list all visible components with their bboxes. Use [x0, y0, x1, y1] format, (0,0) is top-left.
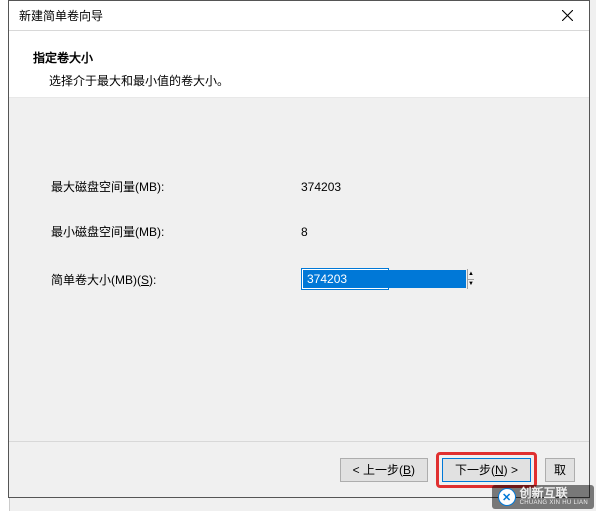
volume-size-label: 简单卷大小(MB)(S): — [51, 271, 301, 288]
max-disk-label: 最大磁盘空间量(MB): — [51, 178, 301, 195]
min-disk-row: 最小磁盘空间量(MB): 8 — [51, 223, 547, 240]
header-title: 指定卷大小 — [33, 49, 565, 66]
volume-size-row: 简单卷大小(MB)(S): ▲ ▼ — [51, 268, 547, 290]
watermark: ✕ 创新互联 CHUANG XIN HU LIAN — [492, 485, 594, 509]
watermark-line2: CHUANG XIN HU LIAN — [520, 500, 588, 507]
spinner-up-button[interactable]: ▲ — [468, 269, 474, 280]
back-suffix: ) — [411, 463, 415, 477]
volume-size-input[interactable] — [303, 270, 466, 288]
back-prefix: < 上一步( — [353, 461, 403, 478]
next-suffix: ) > — [504, 463, 518, 477]
next-hotkey: N — [495, 463, 504, 477]
watermark-line1: 创新互联 — [520, 487, 588, 500]
cancel-label: 取 — [554, 461, 566, 478]
wizard-header: 指定卷大小 选择介于最大和最小值的卷大小。 — [9, 31, 589, 97]
titlebar: 新建简单卷向导 — [9, 1, 589, 31]
next-button[interactable]: 下一步(N) > — [442, 458, 531, 482]
min-disk-label: 最小磁盘空间量(MB): — [51, 223, 301, 240]
watermark-logo-icon: ✕ — [498, 488, 516, 506]
back-button[interactable]: < 上一步(B) — [340, 458, 428, 482]
spinner-down-button[interactable]: ▼ — [468, 280, 474, 290]
header-subtitle: 选择介于最大和最小值的卷大小。 — [33, 72, 565, 89]
cancel-button[interactable]: 取 — [545, 458, 575, 482]
min-disk-value: 8 — [301, 225, 308, 239]
volume-size-spinner: ▲ ▼ — [301, 268, 389, 290]
max-disk-row: 最大磁盘空间量(MB): 374203 — [51, 178, 547, 195]
close-button[interactable] — [545, 1, 589, 30]
max-disk-value: 374203 — [301, 180, 341, 194]
size-label-prefix: 简单卷大小(MB)( — [51, 273, 141, 287]
next-prefix: 下一步( — [455, 461, 495, 478]
size-label-hotkey: S — [141, 273, 149, 287]
next-button-highlight: 下一步(N) > — [436, 452, 537, 488]
watermark-text: 创新互联 CHUANG XIN HU LIAN — [520, 487, 588, 507]
back-hotkey: B — [403, 463, 411, 477]
wizard-dialog: 新建简单卷向导 指定卷大小 选择介于最大和最小值的卷大小。 最大磁盘空间量(MB… — [8, 0, 590, 498]
content-area: 最大磁盘空间量(MB): 374203 最小磁盘空间量(MB): 8 简单卷大小… — [9, 97, 589, 441]
spinner-buttons: ▲ ▼ — [467, 269, 474, 289]
close-icon — [562, 10, 573, 21]
dialog-title: 新建简单卷向导 — [19, 7, 103, 24]
size-label-suffix: ): — [149, 273, 156, 287]
